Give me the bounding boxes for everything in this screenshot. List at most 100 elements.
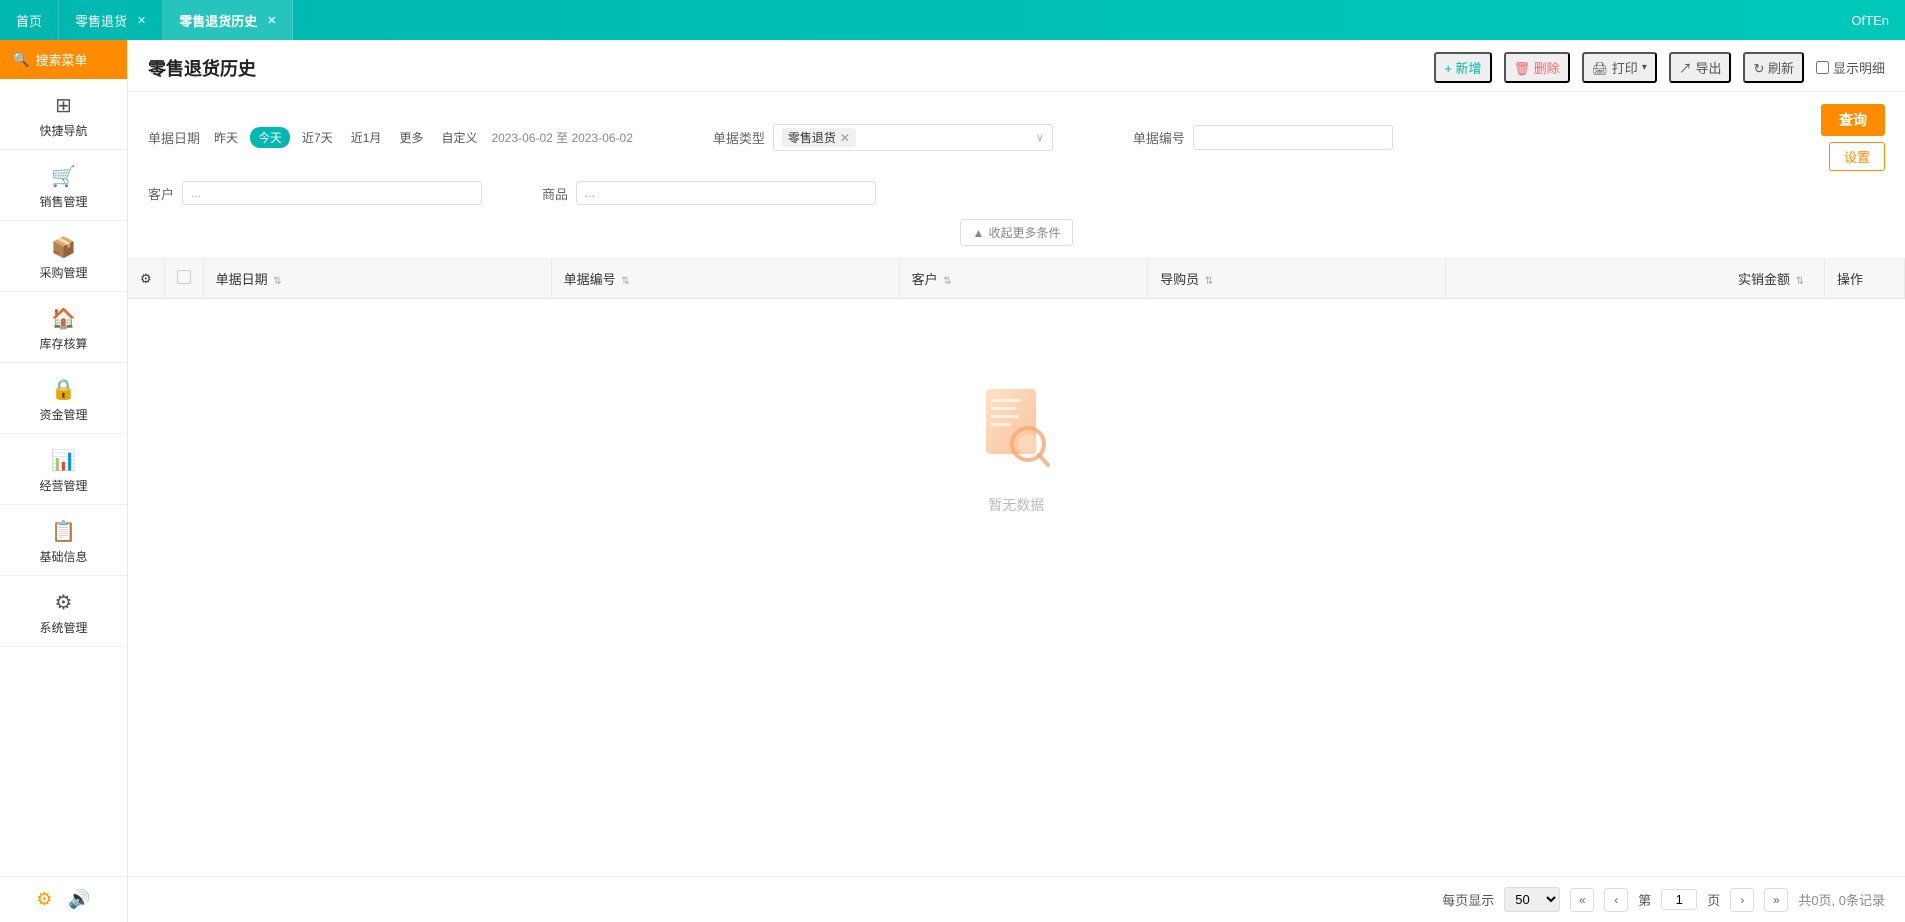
voucher-type-remove[interactable]: ✕ bbox=[840, 131, 850, 145]
refresh-button-label: ↻ 刷新 bbox=[1753, 58, 1794, 77]
pagination: 每页显示 10 20 50 100 « ‹ 第 1 页 › » 共0页, 0条记… bbox=[128, 876, 1905, 922]
voucher-type-input[interactable]: 零售退货 ✕ ∨ bbox=[773, 124, 1053, 151]
page-number-input[interactable]: 1 bbox=[1661, 889, 1697, 910]
voucher-type-label: 单据类型 bbox=[713, 128, 765, 147]
filter-row-1: 单据日期 昨天 今天 近7天 近1月 更多 自定义 2023-06-02 至 2… bbox=[148, 104, 1885, 171]
th-customer-sort[interactable]: ⇅ bbox=[943, 276, 951, 287]
goods-filter-group: 商品 ... bbox=[542, 181, 876, 205]
speaker-icon[interactable]: 🔊 bbox=[68, 889, 90, 910]
th-customer-label: 客户 bbox=[912, 272, 938, 287]
sidebar-item-basic-info-label: 基础信息 bbox=[39, 548, 87, 565]
voucher-number-label: 单据编号 bbox=[1133, 128, 1185, 147]
sidebar-item-quick-nav[interactable]: ⊞ 快捷导航 bbox=[0, 79, 127, 150]
filter-right-buttons: 查询 设置 bbox=[1821, 104, 1885, 171]
voucher-number-group: 单据编号 bbox=[1133, 125, 1393, 150]
tab-retail-return-history[interactable]: 零售退货历史 ✕ bbox=[163, 0, 293, 40]
print-button-label: 🖨 打印 bbox=[1592, 58, 1638, 77]
sidebar-item-basic-info[interactable]: 📋 基础信息 bbox=[0, 505, 127, 576]
pill-7days[interactable]: 近7天 bbox=[296, 127, 339, 148]
sidebar-item-system-label: 系统管理 bbox=[39, 619, 87, 636]
page-title: 零售退货历史 bbox=[148, 55, 256, 81]
next-page-btn[interactable]: › bbox=[1730, 888, 1754, 912]
print-dropdown-icon[interactable]: ▾ bbox=[1642, 62, 1647, 73]
tab-retail-return-label: 零售退货 bbox=[75, 11, 127, 30]
main-layout: 🔍 搜索菜单 ⊞ 快捷导航 🛒 销售管理 📦 采购管理 🏠 库存核算 🔒 资金管… bbox=[0, 40, 1905, 922]
select-all-checkbox[interactable] bbox=[177, 270, 191, 284]
tab-home[interactable]: 首页 bbox=[0, 0, 59, 40]
query-button[interactable]: 查询 bbox=[1821, 104, 1885, 136]
pill-today[interactable]: 今天 bbox=[250, 127, 290, 148]
delete-button[interactable]: 🗑 删除 bbox=[1504, 52, 1570, 83]
th-customer: 客户 ⇅ bbox=[899, 259, 1148, 299]
voucher-type-group: 单据类型 零售退货 ✕ ∨ bbox=[713, 124, 1053, 151]
goods-input[interactable]: ... bbox=[576, 181, 876, 205]
print-button[interactable]: 🖨 打印 ▾ bbox=[1582, 52, 1657, 83]
pill-more[interactable]: 更多 bbox=[393, 127, 429, 148]
empty-state-row: 暂无数据 bbox=[128, 299, 1905, 556]
sidebar-item-quick-nav-label: 快捷导航 bbox=[39, 122, 87, 139]
search-icon: 🔍 bbox=[12, 51, 29, 68]
per-page-select[interactable]: 10 20 50 100 bbox=[1504, 887, 1560, 912]
table-body: 暂无数据 bbox=[128, 299, 1905, 556]
system-icon: ⚙ bbox=[55, 590, 73, 615]
th-amount: 实销金额 ⇅ bbox=[1446, 259, 1825, 299]
filter-section: 单据日期 昨天 今天 近7天 近1月 更多 自定义 2023-06-02 至 2… bbox=[128, 92, 1905, 259]
customer-label: 客户 bbox=[148, 184, 174, 203]
sidebar-item-inventory[interactable]: 🏠 库存核算 bbox=[0, 292, 127, 363]
settings-col-icon[interactable]: ⚙ bbox=[140, 271, 152, 286]
sidebar-item-finance[interactable]: 🔒 资金管理 bbox=[0, 363, 127, 434]
new-button[interactable]: + 新增 bbox=[1434, 52, 1491, 83]
sidebar-item-operations[interactable]: 📊 经营管理 bbox=[0, 434, 127, 505]
tab-retail-return[interactable]: 零售退货 ✕ bbox=[59, 0, 163, 40]
pill-yesterday[interactable]: 昨天 bbox=[208, 127, 244, 148]
sales-mgmt-icon: 🛒 bbox=[51, 164, 76, 189]
th-guide-label: 导购员 bbox=[1160, 272, 1199, 287]
header-actions: + 新增 🗑 删除 🖨 打印 ▾ ↗ 导出 ↻ 刷新 显示明细 bbox=[1434, 52, 1885, 83]
th-guide-sort[interactable]: ⇅ bbox=[1205, 276, 1213, 287]
sidebar: 🔍 搜索菜单 ⊞ 快捷导航 🛒 销售管理 📦 采购管理 🏠 库存核算 🔒 资金管… bbox=[0, 40, 128, 922]
th-guide: 导购员 ⇅ bbox=[1148, 259, 1446, 299]
page-label: 第 bbox=[1638, 890, 1651, 909]
tab-home-label: 首页 bbox=[16, 11, 42, 30]
pill-1month[interactable]: 近1月 bbox=[345, 127, 388, 148]
th-settings: ⚙ bbox=[128, 259, 164, 299]
last-page-btn[interactable]: » bbox=[1764, 888, 1788, 912]
sidebar-item-sales-mgmt[interactable]: 🛒 销售管理 bbox=[0, 150, 127, 221]
top-bar: 首页 零售退货 ✕ 零售退货历史 ✕ OfTEn bbox=[0, 0, 1905, 40]
th-number-sort[interactable]: ⇅ bbox=[621, 276, 629, 287]
voucher-date-label: 单据日期 bbox=[148, 128, 200, 147]
voucher-type-chevron[interactable]: ∨ bbox=[1036, 131, 1044, 144]
finance-icon: 🔒 bbox=[51, 377, 76, 402]
tab-retail-return-history-label: 零售退货历史 bbox=[179, 11, 257, 30]
customer-ellipsis: ... bbox=[191, 186, 201, 200]
empty-text: 暂无数据 bbox=[988, 495, 1044, 515]
sidebar-search[interactable]: 🔍 搜索菜单 bbox=[0, 40, 127, 79]
total-info: 共0页, 0条记录 bbox=[1798, 890, 1885, 909]
th-amount-sort[interactable]: ⇅ bbox=[1796, 276, 1804, 287]
tab-retail-return-history-close[interactable]: ✕ bbox=[267, 14, 276, 27]
sidebar-item-system[interactable]: ⚙ 系统管理 bbox=[0, 576, 127, 647]
display-detail-input[interactable] bbox=[1816, 61, 1829, 74]
sidebar-item-purchase-mgmt[interactable]: 📦 采购管理 bbox=[0, 221, 127, 292]
export-button[interactable]: ↗ 导出 bbox=[1669, 52, 1732, 83]
pill-custom[interactable]: 自定义 bbox=[435, 127, 483, 148]
display-detail-checkbox[interactable]: 显示明细 bbox=[1816, 58, 1885, 77]
sidebar-search-label: 搜索菜单 bbox=[35, 50, 87, 69]
quick-nav-icon: ⊞ bbox=[55, 93, 72, 118]
refresh-button[interactable]: ↻ 刷新 bbox=[1743, 52, 1804, 83]
tab-retail-return-close[interactable]: ✕ bbox=[137, 14, 146, 27]
sidebar-item-purchase-mgmt-label: 采购管理 bbox=[39, 264, 87, 281]
th-date-label: 单据日期 bbox=[216, 272, 268, 287]
th-date-sort[interactable]: ⇅ bbox=[273, 276, 281, 287]
prev-page-btn[interactable]: ‹ bbox=[1604, 888, 1628, 912]
th-date: 单据日期 ⇅ bbox=[203, 259, 551, 299]
customer-input[interactable]: ... bbox=[182, 181, 482, 205]
collapse-button[interactable]: ▲ 收起更多条件 bbox=[960, 219, 1074, 246]
content-area: 零售退货历史 + 新增 🗑 删除 🖨 打印 ▾ ↗ 导出 ↻ 刷新 bbox=[128, 40, 1905, 922]
voucher-number-input[interactable] bbox=[1193, 125, 1393, 150]
data-table: ⚙ 单据日期 ⇅ 单据编号 ⇅ bbox=[128, 259, 1905, 555]
filter-settings-button[interactable]: 设置 bbox=[1829, 142, 1885, 171]
empty-state-cell: 暂无数据 bbox=[128, 299, 1905, 556]
first-page-btn[interactable]: « bbox=[1570, 888, 1594, 912]
settings-icon[interactable]: ⚙ bbox=[36, 889, 52, 910]
